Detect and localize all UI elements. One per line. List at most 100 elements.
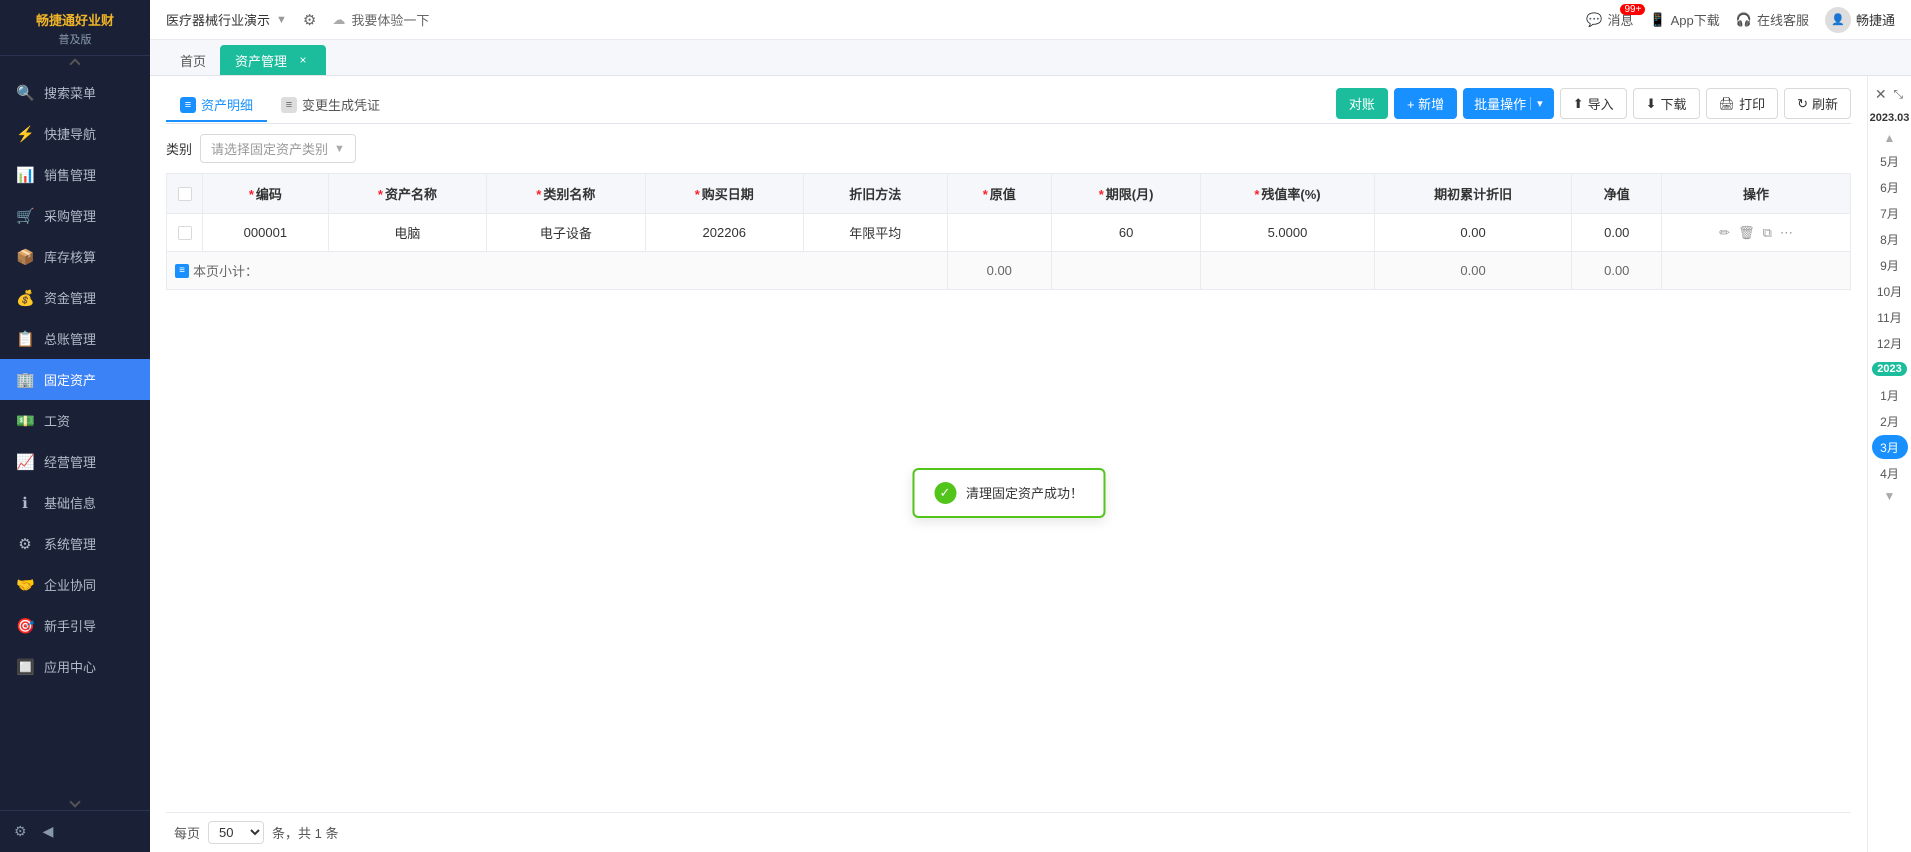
- sidebar-item-quick-nav[interactable]: ⚡ 快捷导航: [0, 113, 150, 154]
- panel-month-9[interactable]: 9月: [1872, 253, 1908, 277]
- tab-active-label: 资产管理: [235, 51, 287, 70]
- panel-month-2[interactable]: 2月: [1872, 409, 1908, 433]
- panel-month-4[interactable]: 4月: [1872, 461, 1908, 485]
- th-category: *类别名称: [487, 174, 645, 214]
- copy-icon[interactable]: ⧉: [1763, 225, 1772, 241]
- user-info[interactable]: 👤 畅捷通: [1825, 7, 1895, 33]
- th-checkbox: [167, 174, 203, 214]
- th-original-value: *原值: [947, 174, 1051, 214]
- panel-month-7[interactable]: 7月: [1872, 201, 1908, 225]
- sidebar-label-operations: 经营管理: [44, 452, 96, 471]
- sidebar-item-payroll[interactable]: 💵 工资: [0, 400, 150, 441]
- th-net-value: 净值: [1572, 174, 1662, 214]
- inventory-icon: 📦: [16, 248, 34, 266]
- sidebar-item-capital[interactable]: 💰 资金管理: [0, 277, 150, 318]
- sub-tab-change-voucher-label: 变更生成凭证: [302, 95, 380, 114]
- delete-icon[interactable]: 🗑: [1738, 225, 1755, 241]
- app-center-icon: 🔲: [16, 658, 34, 676]
- th-depreciation: 折旧方法: [803, 174, 947, 214]
- experience-button[interactable]: ☁ 我要体验一下: [332, 10, 429, 29]
- download-button[interactable]: ⬇ 下载: [1633, 88, 1700, 119]
- panel-header: ✕ ⤡: [1868, 84, 1911, 112]
- company-arrow-icon: ▼: [276, 14, 287, 26]
- tab-close-icon[interactable]: ×: [295, 52, 311, 68]
- row-code: 000001: [203, 214, 329, 252]
- panel-month-1[interactable]: 1月: [1872, 383, 1908, 407]
- reconcile-label: 对账: [1349, 94, 1375, 113]
- per-page-select[interactable]: 50 100: [208, 821, 264, 844]
- sidebar-item-purchase[interactable]: 🛒 采购管理: [0, 195, 150, 236]
- sub-tab-change-voucher[interactable]: ≡ 变更生成凭证: [267, 89, 394, 122]
- row-name: 电脑: [328, 214, 486, 252]
- sidebar-item-inventory[interactable]: 📦 库存核算: [0, 236, 150, 277]
- sidebar-label-capital: 资金管理: [44, 288, 96, 307]
- sidebar-label-ledger: 总账管理: [44, 329, 96, 348]
- sub-tab-asset-detail[interactable]: ≡ 资产明细: [166, 89, 267, 122]
- th-name: *资产名称: [328, 174, 486, 214]
- subtotal-label-cell: ≡ 本页小计：: [167, 252, 948, 290]
- print-button[interactable]: 🖨 打印: [1706, 88, 1779, 119]
- customer-service-button[interactable]: 🎧 在线客服: [1736, 10, 1809, 29]
- panel-month-3-current[interactable]: 3月: [1872, 435, 1908, 459]
- sidebar-item-enterprise[interactable]: 🤝 企业协同: [0, 564, 150, 605]
- subtotal-row: ≡ 本页小计： 0.00 0.00 0.00: [167, 252, 1851, 290]
- table-wrapper: *编码 *资产名称 *类别名称 *购买日期 折旧方法 *原值 *期限(月) *残…: [166, 173, 1851, 812]
- refresh-button[interactable]: ↻ 刷新: [1784, 88, 1851, 119]
- panel-year-2023: 2023: [1872, 357, 1908, 381]
- search-icon: 🔍: [16, 84, 34, 102]
- batch-button[interactable]: 批量操作 ▾: [1463, 88, 1554, 119]
- app-download-button[interactable]: 📱 App下载: [1649, 10, 1719, 29]
- sidebar-item-basic-info[interactable]: ℹ 基础信息: [0, 482, 150, 523]
- toolbar-right: 对账 + 新增 批量操作 ▾ ⬆ 导入 ⬇ 下载: [1336, 88, 1851, 123]
- sidebar-item-search[interactable]: 🔍 搜索菜单: [0, 72, 150, 113]
- year-badge: 2023: [1872, 362, 1906, 376]
- row-checkbox[interactable]: [178, 226, 192, 240]
- tab-asset-management[interactable]: 资产管理 ×: [220, 45, 326, 75]
- panel-month-12[interactable]: 12月: [1872, 331, 1908, 355]
- print-icon: 🖨: [1719, 96, 1736, 112]
- sidebar-item-guide[interactable]: 🎯 新手引导: [0, 605, 150, 646]
- panel-expand-button[interactable]: ⤡: [1892, 84, 1906, 104]
- guide-icon: 🎯: [16, 617, 34, 635]
- import-button[interactable]: ⬆ 导入: [1560, 88, 1627, 119]
- total-text: 条，共 1 条: [272, 823, 338, 842]
- select-all-checkbox[interactable]: [178, 187, 192, 201]
- collapse-icon[interactable]: ◀: [39, 819, 58, 844]
- sidebar-item-system[interactable]: ⚙ 系统管理: [0, 523, 150, 564]
- category-filter[interactable]: 请选择固定资产类别 ▼: [200, 134, 356, 163]
- settings-button[interactable]: ⚙: [299, 7, 320, 33]
- panel-scroll-down[interactable]: ▼: [1872, 486, 1908, 506]
- settings-icon[interactable]: ⚙: [10, 819, 31, 844]
- content-tabs: 首页 资产管理 ×: [150, 40, 1911, 76]
- sidebar-label-fixed-assets: 固定资产: [44, 370, 96, 389]
- row-net-value: 0.00: [1572, 214, 1662, 252]
- panel-close-button[interactable]: ✕: [1874, 84, 1888, 104]
- ledger-icon: 📋: [16, 330, 34, 348]
- tab-home[interactable]: 首页: [166, 45, 220, 75]
- panel-month-5[interactable]: 5月: [1872, 149, 1908, 173]
- more-icon[interactable]: ⋯: [1780, 225, 1793, 241]
- panel-scroll-up[interactable]: ▲: [1872, 128, 1908, 148]
- panel-month-8[interactable]: 8月: [1872, 227, 1908, 251]
- panel-month-11[interactable]: 11月: [1872, 305, 1908, 329]
- sidebar-item-ledger[interactable]: 📋 总账管理: [0, 318, 150, 359]
- subtotal-net-value: 0.00: [1572, 252, 1662, 290]
- sidebar-item-fixed-assets[interactable]: 🏢 固定资产: [0, 359, 150, 400]
- import-label: 导入: [1588, 94, 1614, 113]
- sidebar-item-sales[interactable]: 📊 销售管理: [0, 154, 150, 195]
- tab-home-label: 首页: [180, 51, 206, 70]
- company-selector[interactable]: 医疗器械行业演示 ▼: [166, 10, 287, 29]
- sidebar-item-operations[interactable]: 📈 经营管理: [0, 441, 150, 482]
- new-button[interactable]: + 新增: [1394, 88, 1457, 119]
- cloud-icon: ☁: [332, 12, 345, 28]
- change-voucher-icon: ≡: [281, 97, 297, 113]
- sidebar-label-search: 搜索菜单: [44, 83, 96, 102]
- edit-icon[interactable]: ✏: [1719, 225, 1730, 241]
- message-button[interactable]: 💬 消息 99+: [1586, 10, 1633, 29]
- sidebar-item-app-center[interactable]: 🔲 应用中心: [0, 646, 150, 687]
- reconcile-button[interactable]: 对账: [1336, 88, 1388, 119]
- panel-month-6[interactable]: 6月: [1872, 175, 1908, 199]
- panel-month-10[interactable]: 10月: [1872, 279, 1908, 303]
- filter-row: 类别 请选择固定资产类别 ▼: [166, 134, 1851, 163]
- pagination: 每页 50 100 条，共 1 条: [166, 812, 1851, 852]
